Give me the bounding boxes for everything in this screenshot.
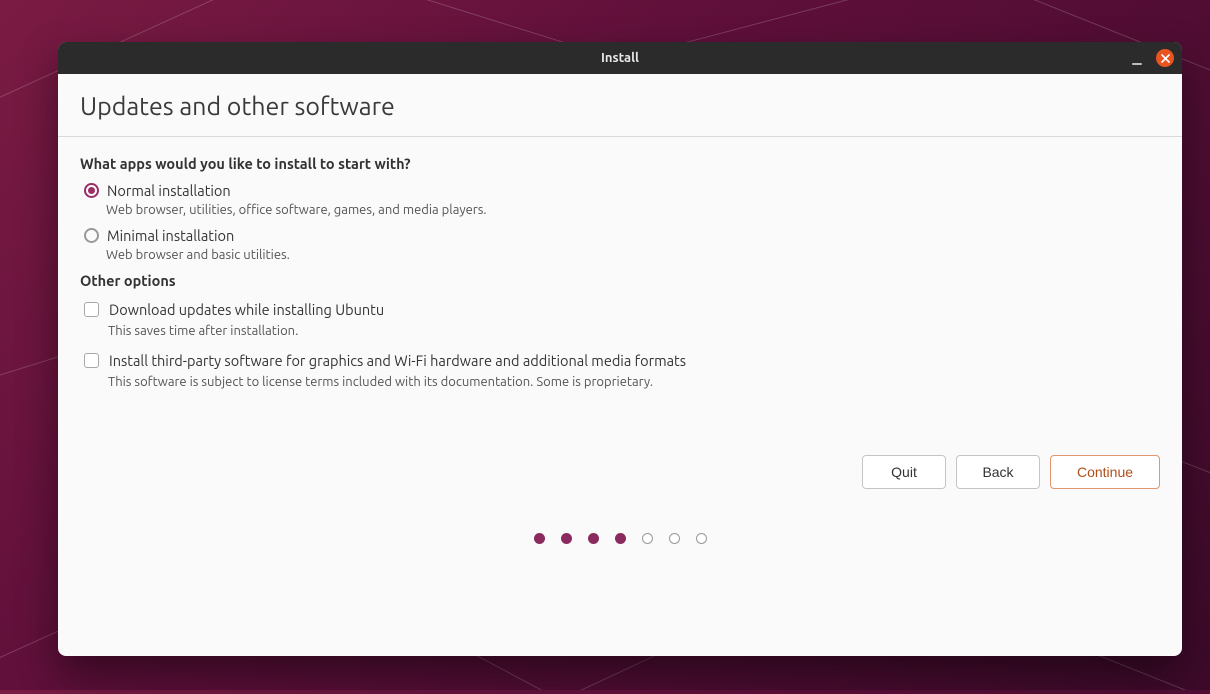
window-title: Install (601, 51, 639, 65)
radio-normal-installation[interactable]: Normal installation (84, 182, 1160, 199)
form-body: What apps would you like to install to s… (58, 137, 1182, 403)
continue-button[interactable]: Continue (1050, 455, 1160, 489)
page-header: Updates and other software (58, 74, 1182, 136)
checkbox-icon (84, 302, 99, 317)
progress-dot (669, 533, 680, 544)
window-controls (1130, 42, 1174, 74)
radio-label: Minimal installation (107, 227, 234, 244)
titlebar: Install (58, 42, 1182, 74)
minimize-button[interactable] (1130, 51, 1144, 65)
progress-dot (642, 533, 653, 544)
installer-window: Install Updates and other software What … (58, 42, 1182, 656)
checkbox-icon (84, 353, 99, 368)
footer: Quit Back Continue (58, 403, 1182, 566)
apps-question: What apps would you like to install to s… (80, 155, 1160, 172)
content-area: Updates and other software What apps wou… (58, 74, 1182, 656)
radio-label: Normal installation (107, 182, 231, 199)
third-party-description: This software is subject to license term… (108, 375, 1160, 389)
progress-dot (615, 533, 626, 544)
other-options-heading: Other options (80, 272, 1160, 289)
radio-icon (84, 183, 99, 198)
quit-button[interactable]: Quit (862, 455, 946, 489)
close-icon (1161, 54, 1170, 63)
normal-description: Web browser, utilities, office software,… (106, 203, 1160, 217)
checkbox-download-updates[interactable]: Download updates while installing Ubuntu (84, 301, 1160, 318)
radio-minimal-installation[interactable]: Minimal installation (84, 227, 1160, 244)
back-button[interactable]: Back (956, 455, 1040, 489)
progress-dot (561, 533, 572, 544)
radio-icon (84, 228, 99, 243)
minimal-description: Web browser and basic utilities. (106, 248, 1160, 262)
checkbox-third-party[interactable]: Install third-party software for graphic… (84, 352, 1160, 369)
progress-dot (534, 533, 545, 544)
checkbox-label: Install third-party software for graphic… (109, 352, 686, 369)
page-title: Updates and other software (80, 92, 1160, 120)
close-button[interactable] (1156, 49, 1174, 67)
progress-dots (80, 533, 1160, 550)
progress-dot (588, 533, 599, 544)
progress-dot (696, 533, 707, 544)
button-row: Quit Back Continue (80, 455, 1160, 489)
download-updates-description: This saves time after installation. (108, 324, 1160, 338)
checkbox-label: Download updates while installing Ubuntu (109, 301, 384, 318)
